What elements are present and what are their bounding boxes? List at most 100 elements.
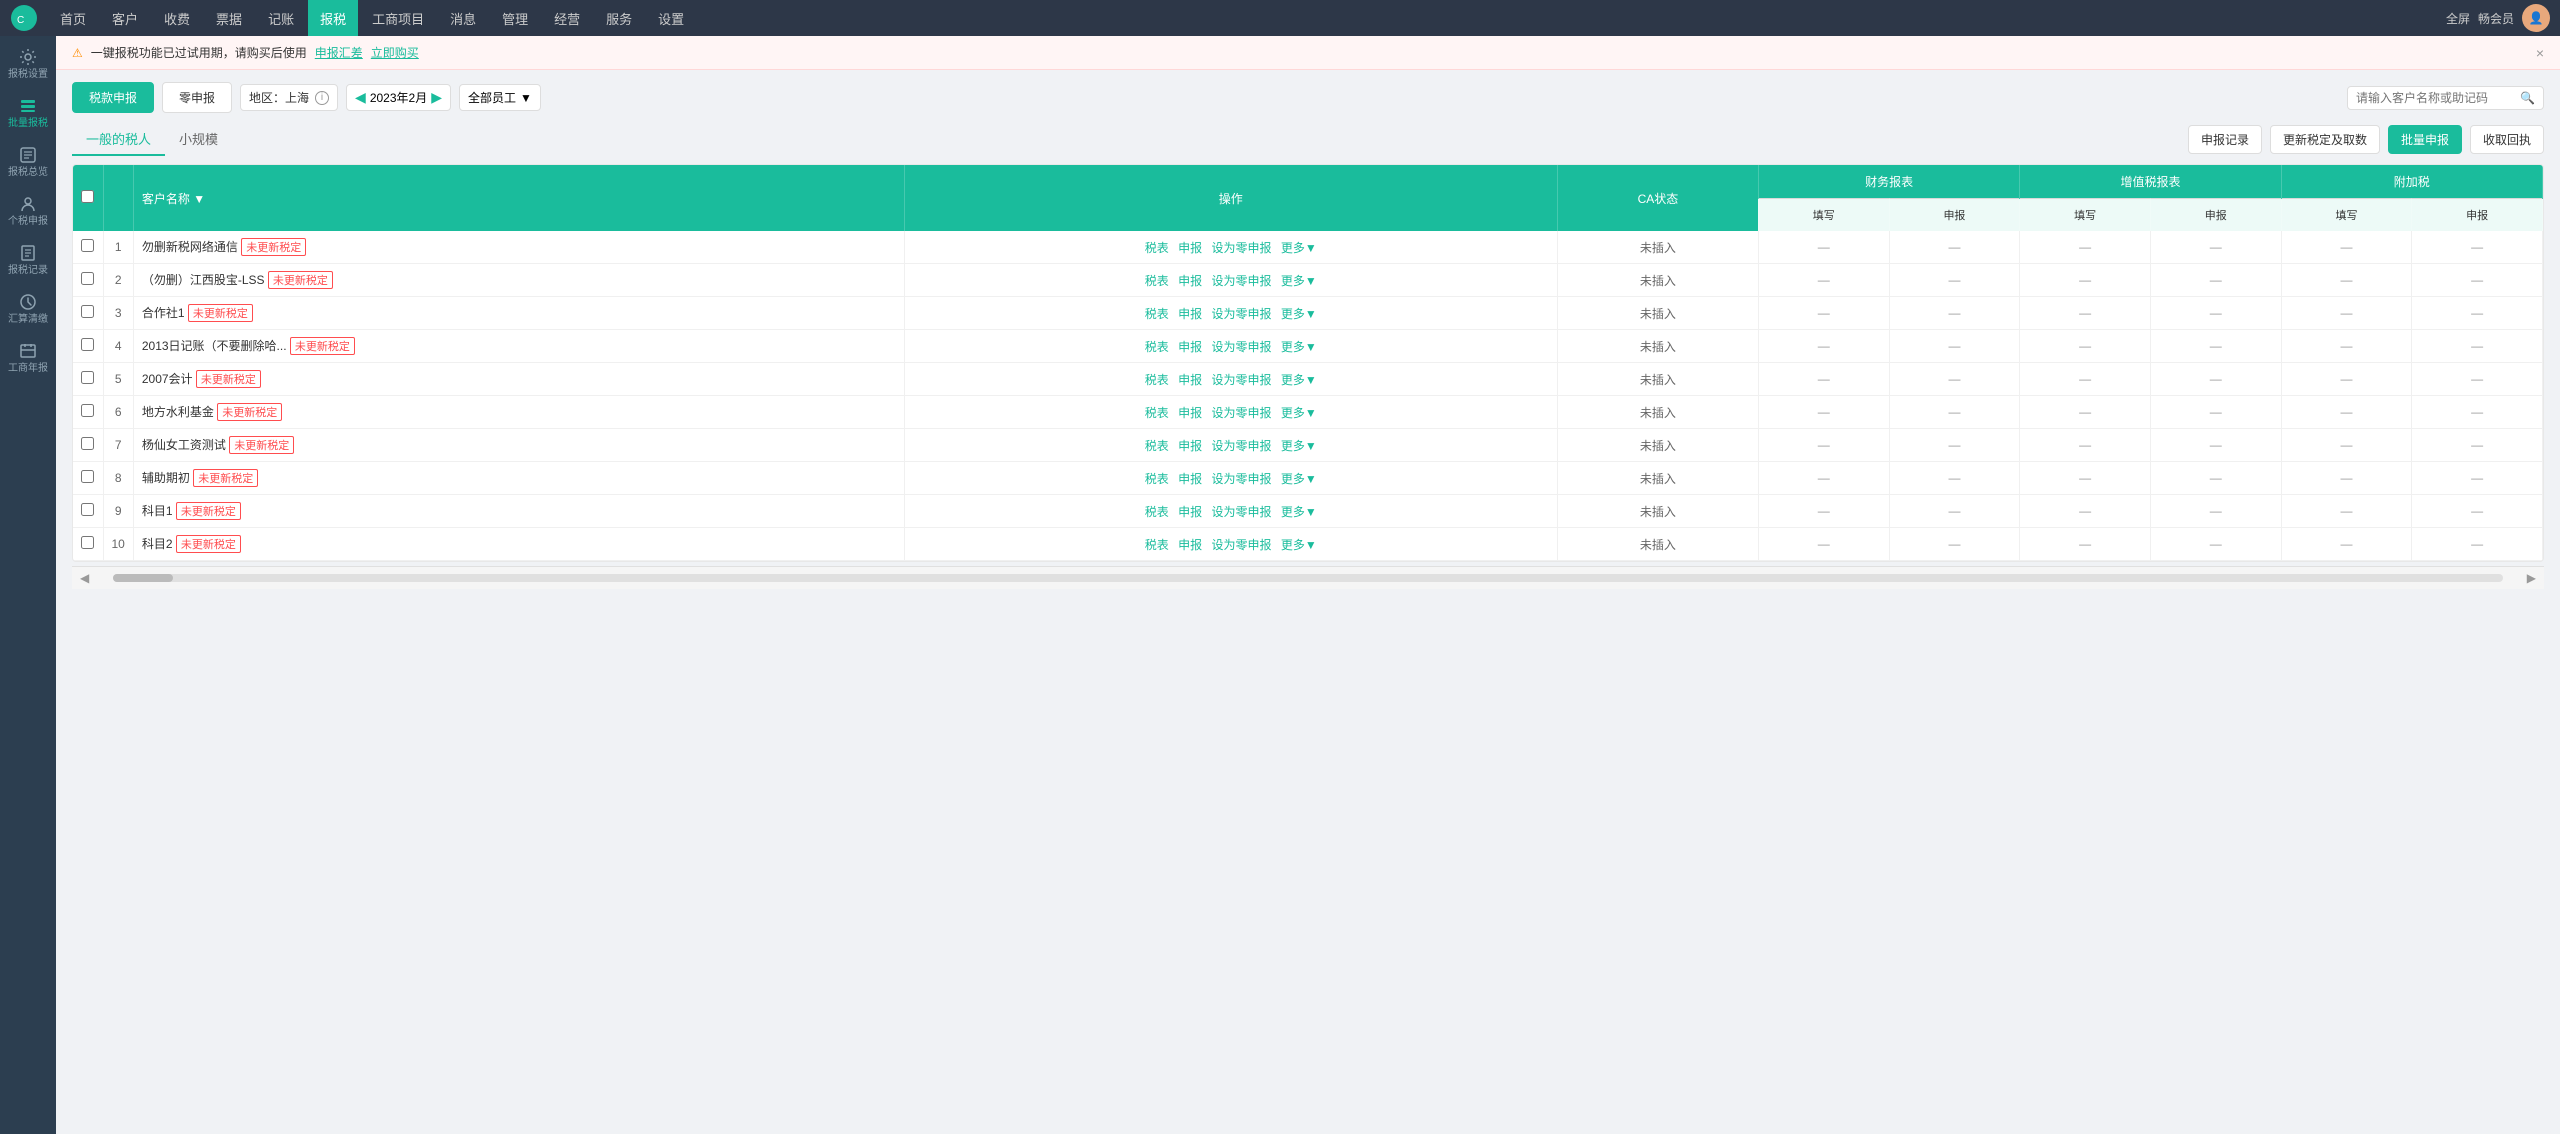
op-more-8[interactable]: 更多▼ xyxy=(1281,505,1317,519)
th-operation: 操作 xyxy=(904,165,1557,231)
scroll-left-btn[interactable]: ◀ xyxy=(72,571,97,585)
nav-message[interactable]: 消息 xyxy=(438,0,488,36)
nav-operation[interactable]: 经营 xyxy=(542,0,592,36)
nav-bookkeeping[interactable]: 记账 xyxy=(256,0,306,36)
nav-service[interactable]: 服务 xyxy=(594,0,644,36)
op-more-1[interactable]: 更多▼ xyxy=(1281,274,1317,288)
region-selector[interactable]: 地区：上海 i xyxy=(240,84,338,111)
scroll-thumb[interactable] xyxy=(113,574,173,582)
row-checkbox-5[interactable] xyxy=(81,404,94,417)
select-all-checkbox[interactable] xyxy=(81,190,94,203)
prev-month-btn[interactable]: ◀ xyxy=(355,89,366,106)
region-info-icon[interactable]: i xyxy=(315,91,329,105)
btn-declaration-record[interactable]: 申报记录 xyxy=(2188,125,2262,154)
row-checkbox-1[interactable] xyxy=(81,272,94,285)
row-checkbox-6[interactable] xyxy=(81,437,94,450)
op-tax-table-9[interactable]: 税表 xyxy=(1145,538,1169,552)
row-checkbox-2[interactable] xyxy=(81,305,94,318)
fullscreen-btn[interactable]: 全屏 xyxy=(2446,10,2470,27)
nav-manage[interactable]: 管理 xyxy=(490,0,540,36)
op-more-7[interactable]: 更多▼ xyxy=(1281,472,1317,486)
search-icon[interactable]: 🔍 xyxy=(2520,91,2535,105)
op-tax-table-7[interactable]: 税表 xyxy=(1145,472,1169,486)
op-zero-7[interactable]: 设为零申报 xyxy=(1212,472,1272,486)
sidebar-item-annual[interactable]: 工商年报 xyxy=(0,334,56,383)
sort-icon[interactable]: ▼ xyxy=(193,192,205,206)
nav-client[interactable]: 客户 xyxy=(100,0,150,36)
nav-business[interactable]: 工商项目 xyxy=(360,0,436,36)
btn-update-tax[interactable]: 更新税定及取数 xyxy=(2270,125,2380,154)
nav-fee[interactable]: 收费 xyxy=(152,0,202,36)
op-more-3[interactable]: 更多▼ xyxy=(1281,340,1317,354)
op-more-6[interactable]: 更多▼ xyxy=(1281,439,1317,453)
nav-tax[interactable]: 报税 xyxy=(308,0,358,36)
user-avatar[interactable]: 👤 xyxy=(2522,4,2550,32)
btn-collect-receipt[interactable]: 收取回执 xyxy=(2470,125,2544,154)
scroll-track[interactable] xyxy=(113,574,2503,582)
op-zero-0[interactable]: 设为零申报 xyxy=(1212,241,1272,255)
row-name-2: 合作社1 未更新税定 xyxy=(133,297,904,330)
employee-filter[interactable]: 全部员工 ▼ xyxy=(459,84,541,111)
op-tax-table-3[interactable]: 税表 xyxy=(1145,340,1169,354)
nav-settings[interactable]: 设置 xyxy=(646,0,696,36)
banner-link-buy[interactable]: 立即购买 xyxy=(371,44,419,61)
app-logo[interactable]: C xyxy=(10,4,38,32)
member-btn[interactable]: 畅会员 xyxy=(2478,10,2514,27)
banner-link-summary[interactable]: 申报汇差 xyxy=(315,44,363,61)
type-tab-small[interactable]: 小规模 xyxy=(165,123,232,156)
nav-home[interactable]: 首页 xyxy=(48,0,98,36)
op-declare-3[interactable]: 申报 xyxy=(1178,340,1202,354)
row-checkbox-3[interactable] xyxy=(81,338,94,351)
op-tax-table-6[interactable]: 税表 xyxy=(1145,439,1169,453)
op-zero-9[interactable]: 设为零申报 xyxy=(1212,538,1272,552)
op-more-9[interactable]: 更多▼ xyxy=(1281,538,1317,552)
sidebar-item-tax-settings[interactable]: 报税设置 xyxy=(0,40,56,89)
op-tax-table-8[interactable]: 税表 xyxy=(1145,505,1169,519)
op-declare-6[interactable]: 申报 xyxy=(1178,439,1202,453)
op-declare-0[interactable]: 申报 xyxy=(1178,241,1202,255)
next-month-btn[interactable]: ▶ xyxy=(431,89,442,106)
row-checkbox-4[interactable] xyxy=(81,371,94,384)
sidebar-item-settle[interactable]: 汇算清缴 xyxy=(0,285,56,334)
row-checkbox-0[interactable] xyxy=(81,239,94,252)
sidebar-item-overview[interactable]: 报税总览 xyxy=(0,138,56,187)
row-checkbox-9[interactable] xyxy=(81,536,94,549)
op-zero-1[interactable]: 设为零申报 xyxy=(1212,274,1272,288)
op-declare-8[interactable]: 申报 xyxy=(1178,505,1202,519)
op-more-4[interactable]: 更多▼ xyxy=(1281,373,1317,387)
sidebar-item-batch-tax[interactable]: 批量报税 xyxy=(0,89,56,138)
op-tax-table-0[interactable]: 税表 xyxy=(1145,241,1169,255)
op-declare-7[interactable]: 申报 xyxy=(1178,472,1202,486)
op-tax-table-2[interactable]: 税表 xyxy=(1145,307,1169,321)
op-declare-5[interactable]: 申报 xyxy=(1178,406,1202,420)
op-more-2[interactable]: 更多▼ xyxy=(1281,307,1317,321)
search-input[interactable] xyxy=(2356,91,2516,105)
op-declare-2[interactable]: 申报 xyxy=(1178,307,1202,321)
btn-batch-declare[interactable]: 批量申报 xyxy=(2388,125,2462,154)
op-declare-1[interactable]: 申报 xyxy=(1178,274,1202,288)
op-zero-4[interactable]: 设为零申报 xyxy=(1212,373,1272,387)
op-zero-5[interactable]: 设为零申报 xyxy=(1212,406,1272,420)
op-zero-2[interactable]: 设为零申报 xyxy=(1212,307,1272,321)
op-tax-table-4[interactable]: 税表 xyxy=(1145,373,1169,387)
op-zero-6[interactable]: 设为零申报 xyxy=(1212,439,1272,453)
banner-close-btn[interactable]: × xyxy=(2536,45,2544,61)
tab-zero-declaration[interactable]: 零申报 xyxy=(162,82,232,113)
op-tax-table-1[interactable]: 税表 xyxy=(1145,274,1169,288)
op-more-0[interactable]: 更多▼ xyxy=(1281,241,1317,255)
op-tax-table-5[interactable]: 税表 xyxy=(1145,406,1169,420)
sidebar-item-records[interactable]: 报税记录 xyxy=(0,236,56,285)
sidebar-item-personal-tax[interactable]: 个税申报 xyxy=(0,187,56,236)
tab-tax-declaration[interactable]: 税款申报 xyxy=(72,82,154,113)
row-checkbox-7[interactable] xyxy=(81,470,94,483)
nav-invoice[interactable]: 票据 xyxy=(204,0,254,36)
scroll-right-btn[interactable]: ▶ xyxy=(2519,571,2544,585)
sidebar: 报税设置 批量报税 报税总览 个税申报 xyxy=(0,36,56,1134)
op-declare-9[interactable]: 申报 xyxy=(1178,538,1202,552)
row-checkbox-8[interactable] xyxy=(81,503,94,516)
op-declare-4[interactable]: 申报 xyxy=(1178,373,1202,387)
op-zero-8[interactable]: 设为零申报 xyxy=(1212,505,1272,519)
op-more-5[interactable]: 更多▼ xyxy=(1281,406,1317,420)
type-tab-general[interactable]: 一般的税人 xyxy=(72,123,165,156)
op-zero-3[interactable]: 设为零申报 xyxy=(1212,340,1272,354)
